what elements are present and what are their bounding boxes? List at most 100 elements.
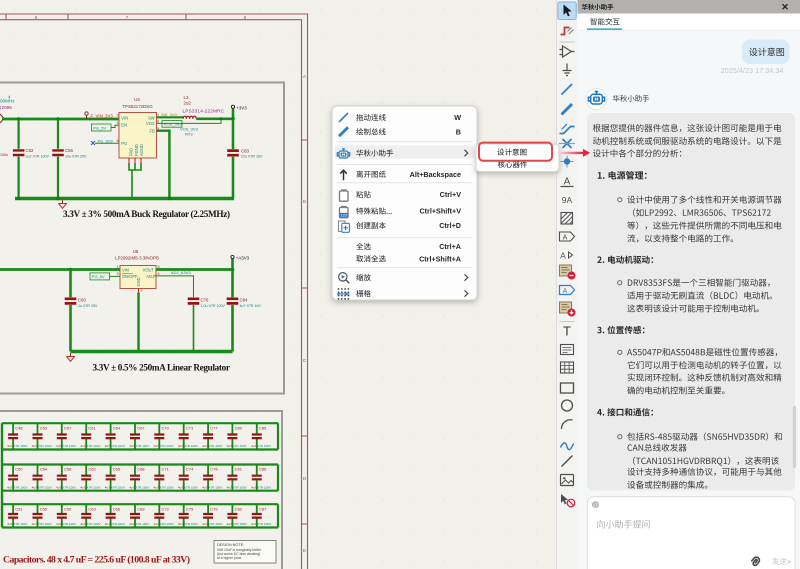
svg-text:100n: 100n — [0, 153, 8, 157]
svg-text:C60: C60 — [78, 298, 86, 303]
svg-text:4u7 X7R 100V: 4u7 X7R 100V — [56, 485, 77, 489]
svg-text:C52: C52 — [26, 148, 34, 153]
svg-text:C48: C48 — [15, 425, 23, 430]
svg-text:VIN: VIN — [121, 115, 128, 120]
svg-text:C76: C76 — [201, 298, 209, 303]
svg-text:4u7 X7R 100V: 4u7 X7R 100V — [7, 485, 28, 489]
svg-text:C65: C65 — [113, 467, 121, 472]
svg-text:C55: C55 — [40, 506, 48, 511]
svg-text:DESIGN NOTE:: DESIGN NOTE: — [217, 543, 244, 547]
svg-text:AGND: AGND — [139, 144, 144, 156]
svg-text:PG_3V3: PG_3V3 — [98, 139, 114, 144]
svg-text:4u7 X7R 100V: 4u7 X7R 100V — [32, 444, 53, 448]
svg-text:C53: C53 — [40, 425, 48, 430]
svg-text:C72: C72 — [162, 506, 170, 511]
svg-text:4u7 X7R 100V: 4u7 X7R 100V — [202, 485, 223, 489]
svg-text:ADJ: ADJ — [146, 274, 154, 279]
svg-text:B: B — [456, 127, 461, 136]
svg-text:C86: C86 — [259, 467, 267, 472]
svg-text:C84: C84 — [240, 298, 248, 303]
svg-text:C54: C54 — [40, 467, 48, 472]
svg-text:at a higher price.: at a higher price. — [217, 556, 242, 560]
svg-text:1.0u X7R 100V: 1.0u X7R 100V — [201, 304, 226, 308]
svg-text:4u7 X7R 100V: 4u7 X7R 100V — [129, 522, 150, 526]
svg-text:C73: C73 — [186, 425, 194, 430]
svg-text:C82: C82 — [235, 506, 243, 511]
svg-text:1u X7R 25V: 1u X7R 25V — [78, 304, 98, 308]
svg-text:2025/4/23 17:34:34: 2025/4/23 17:34:34 — [721, 66, 784, 75]
svg-text:E: E — [303, 548, 306, 554]
svg-text:T: T — [563, 324, 571, 339]
svg-text:C85: C85 — [259, 425, 267, 430]
svg-text:3: 3 — [116, 272, 118, 276]
svg-text:C62: C62 — [88, 467, 96, 472]
svg-text:2u2: 2u2 — [184, 101, 192, 106]
svg-text:22u X7R 16V: 22u X7R 16V — [241, 155, 263, 159]
svg-text:C75: C75 — [186, 506, 194, 511]
svg-text:C80: C80 — [235, 425, 243, 430]
svg-text:C81: C81 — [235, 467, 243, 472]
svg-text:2: 2 — [140, 289, 142, 293]
svg-text:C57: C57 — [64, 425, 72, 430]
svg-text:Ctrl+D: Ctrl+D — [439, 221, 461, 230]
svg-text:LPS3314-222MRC: LPS3314-222MRC — [183, 109, 225, 114]
svg-text:4u7 X7R 100V: 4u7 X7R 100V — [32, 522, 53, 526]
svg-text:PG_5V: PG_5V — [93, 125, 106, 130]
svg-text:7: 7 — [126, 15, 129, 21]
svg-text:123: 123 — [341, 214, 347, 218]
svg-text:4u7 X7R 100V: 4u7 X7R 100V — [154, 485, 175, 489]
svg-text:4u7 X7R 100V: 4u7 X7R 100V — [56, 522, 77, 526]
svg-text:4u7 X7R 100V: 4u7 X7R 100V — [7, 522, 28, 526]
svg-text:C56: C56 — [65, 148, 73, 153]
svg-text:4u7 X7R 100V: 4u7 X7R 100V — [105, 485, 126, 489]
svg-text:Ctrl+A: Ctrl+A — [439, 242, 461, 251]
svg-text:C: C — [303, 358, 307, 364]
svg-text:4u7 X7R 100V: 4u7 X7R 100V — [178, 522, 199, 526]
svg-text:C63: C63 — [88, 506, 96, 511]
svg-text:W: W — [454, 113, 461, 122]
svg-text:C59: C59 — [64, 506, 72, 511]
svg-text:LP2992IM5-3.3/NOPB: LP2992IM5-3.3/NOPB — [115, 256, 159, 261]
svg-text:4u7 X7R 100V: 4u7 X7R 100V — [80, 444, 101, 448]
svg-text:C51: C51 — [15, 506, 23, 511]
svg-text:4u7 X7R 100V: 4u7 X7R 100V — [227, 444, 248, 448]
svg-text:PG_5V: PG_5V — [92, 274, 105, 279]
svg-text:3.3V ± 3% 500mA Buck Regulator: 3.3V ± 3% 500mA Buck Regulator (2.25MHz) — [63, 209, 230, 219]
svg-text:4u7 X7R 100V: 4u7 X7R 100V — [7, 444, 28, 448]
svg-text:4u7 X7R 100V: 4u7 X7R 100V — [178, 444, 199, 448]
svg-text:PG: PG — [121, 141, 127, 146]
svg-text:SW_3V3: SW_3V3 — [161, 112, 178, 117]
svg-text:4u7 X7R 100V: 4u7 X7R 100V — [154, 444, 175, 448]
svg-text:GND: GND — [136, 277, 141, 286]
svg-text:C64: C64 — [113, 425, 121, 430]
svg-text:C78: C78 — [210, 467, 218, 472]
svg-text:00MHz: 00MHz — [0, 99, 15, 104]
svg-text:D: D — [303, 476, 307, 482]
svg-text:PAD: PAD — [129, 148, 134, 156]
svg-text:C61: C61 — [88, 425, 96, 430]
svg-text:A: A — [563, 288, 568, 295]
svg-text:+A3V3: +A3V3 — [236, 256, 250, 261]
svg-text:2: 2 — [116, 114, 118, 118]
svg-text:Capacitors. 48 x 4.7 uF = 225.: Capacitors. 48 x 4.7 uF = 225.6 uF (100.… — [3, 555, 190, 566]
svg-text:4u7 X7R 100V: 4u7 X7R 100V — [80, 485, 101, 489]
svg-text:4u7 X7R 100V: 4u7 X7R 100V — [251, 522, 272, 526]
svg-text:9A: 9A — [562, 195, 573, 205]
svg-text:A: A — [564, 177, 571, 188]
svg-text:4u7 X7R 100V: 4u7 X7R 100V — [56, 444, 77, 448]
svg-text:4u7 X7R 16V: 4u7 X7R 16V — [240, 304, 262, 308]
svg-text:C87: C87 — [259, 506, 267, 511]
svg-text:C74: C74 — [186, 467, 194, 472]
svg-text:(2096: (2096 — [0, 105, 12, 110]
svg-text:A: A — [560, 251, 566, 261]
svg-text:TPS62172DSG: TPS62172DSG — [122, 104, 153, 109]
svg-text:U4: U4 — [134, 97, 140, 102]
svg-text:C66: C66 — [113, 506, 121, 511]
svg-text:L3: L3 — [184, 95, 189, 100]
svg-text:C83: C83 — [241, 148, 249, 153]
svg-text:4u7 X7R 100V: 4u7 X7R 100V — [32, 485, 53, 489]
svg-text:FB: FB — [149, 129, 155, 134]
svg-text:+3V3: +3V3 — [236, 105, 247, 110]
svg-text:4u7 X7R 100V: 4u7 X7R 100V — [178, 485, 199, 489]
svg-text:Alt+Backspace: Alt+Backspace — [410, 170, 461, 179]
